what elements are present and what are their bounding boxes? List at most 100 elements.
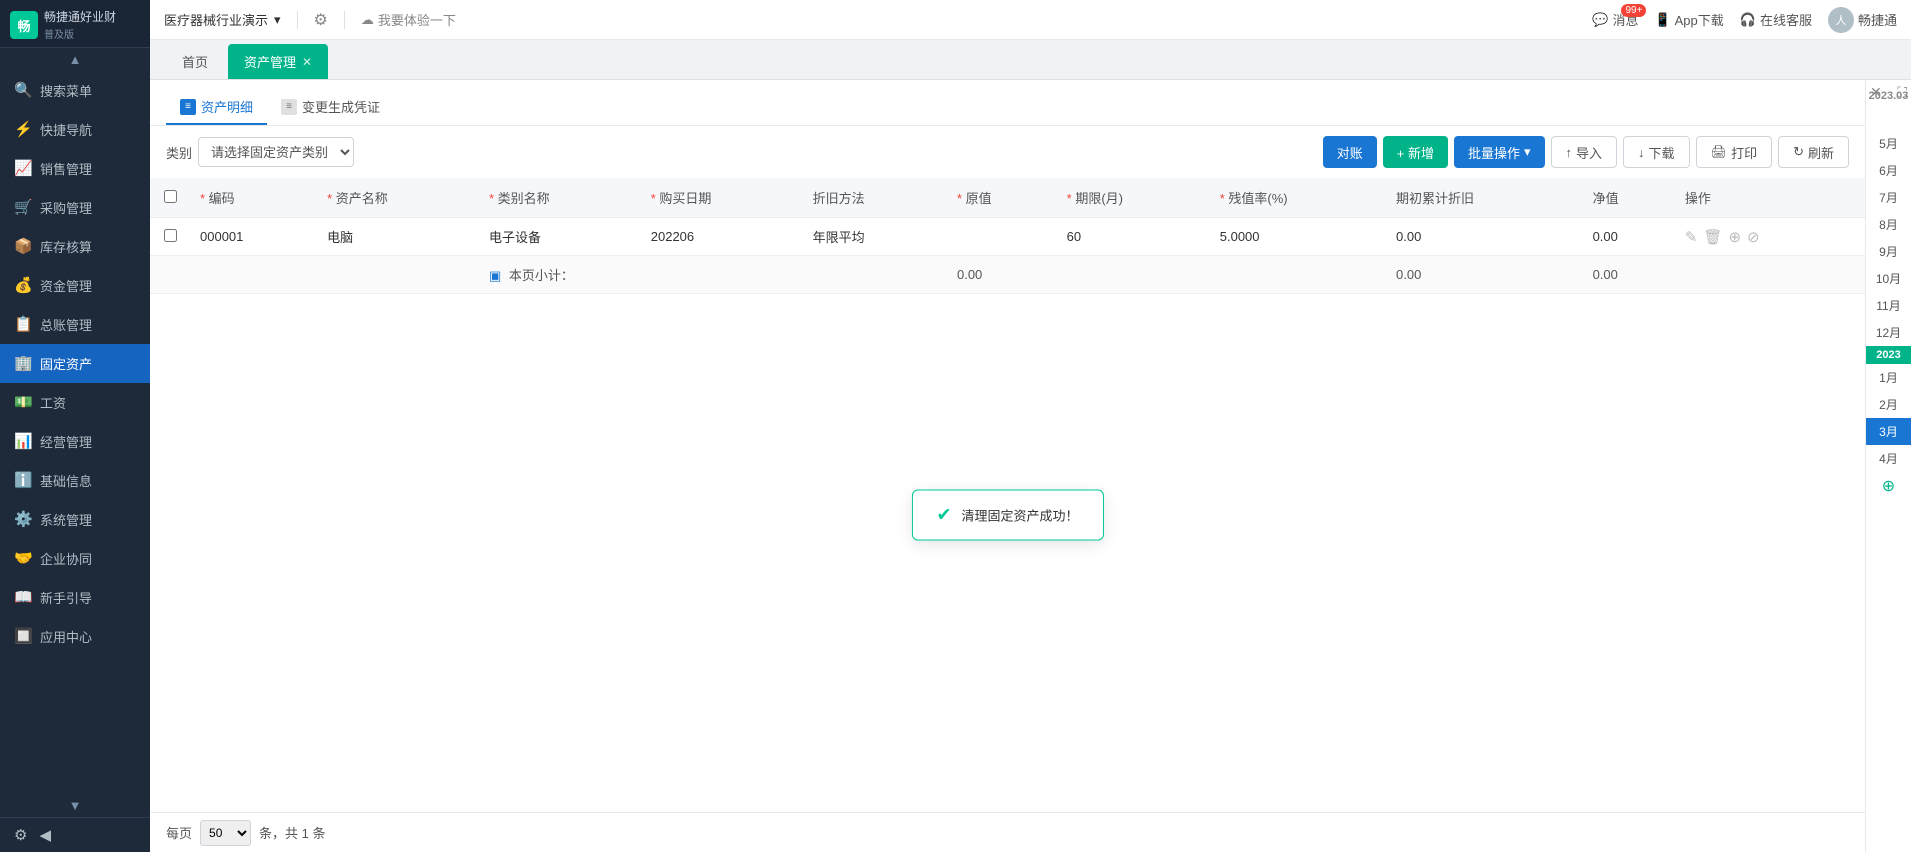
batch-ops-btn[interactable]: 批量操作 ▾ xyxy=(1454,136,1545,168)
home-tab-label: 首页 xyxy=(182,52,208,71)
refresh-btn[interactable]: ↻ 刷新 xyxy=(1778,136,1849,168)
tab-close-icon[interactable]: ✕ xyxy=(302,55,312,69)
tab-asset-management[interactable]: 资产管理 ✕ xyxy=(228,44,328,79)
user-btn[interactable]: 人 畅捷通 xyxy=(1828,7,1897,33)
cal-month-6[interactable]: 6月 xyxy=(1866,157,1911,184)
sidebar-item-basic-info[interactable]: ℹ️ 基础信息 xyxy=(0,461,150,500)
cal-month-10[interactable]: 10月 xyxy=(1866,265,1911,292)
cal-month-5[interactable]: 5月 xyxy=(1866,130,1911,157)
table-row: 000001 电脑 电子设备 202206 年限平均 60 5.0000 0.0… xyxy=(150,218,1865,256)
toast-message: 清理固定资产成功！ xyxy=(962,506,1079,525)
more-icon[interactable]: ⊘ xyxy=(1747,228,1760,246)
topbar: 医疗器械行业演示 ▾ ⚙ ☁ 我要体验一下 💬 消息 99+ 📱 App下载 🎧… xyxy=(150,0,1911,40)
calendar-months: 5月 6月 7月 8月 9月 10月 11月 12月 2023 1月 2月 3月… xyxy=(1866,130,1911,496)
cal-month-2[interactable]: 2月 xyxy=(1866,391,1911,418)
sidebar-header: 畅 畅捷通好业财 普及版 xyxy=(0,0,150,48)
row-code: 000001 xyxy=(190,218,317,256)
online-service-btn[interactable]: 🎧 在线客服 xyxy=(1740,10,1812,29)
th-checkbox xyxy=(150,178,190,218)
th-original-value: 原值 xyxy=(947,178,1057,218)
row-checkbox[interactable] xyxy=(164,229,177,242)
per-page-label: 每页 xyxy=(166,823,192,842)
sidebar-item-collab[interactable]: 🤝 企业协同 xyxy=(0,539,150,578)
sidebar-item-fixed-assets[interactable]: 🏢 固定资产 xyxy=(0,344,150,383)
batch-dropdown-icon: ▾ xyxy=(1524,144,1531,160)
per-page-select[interactable]: 50 10 20 100 xyxy=(200,820,251,846)
th-name: 资产名称 xyxy=(317,178,479,218)
cal-month-11[interactable]: 11月 xyxy=(1866,292,1911,319)
app-download-btn[interactable]: 📱 App下载 xyxy=(1654,10,1723,29)
add-btn[interactable]: + 新增 xyxy=(1383,136,1448,168)
th-code: 编码 xyxy=(190,178,317,218)
sidebar-item-sales[interactable]: 📈 销售管理 xyxy=(0,149,150,188)
message-icon: 💬 xyxy=(1592,12,1608,28)
sidebar-item-app-center[interactable]: 🔲 应用中心 xyxy=(0,617,150,656)
import-btn[interactable]: ↑ 导入 xyxy=(1551,136,1618,168)
select-all-checkbox[interactable] xyxy=(164,190,177,203)
sidebar-item-search[interactable]: 🔍 搜索菜单 xyxy=(0,71,150,110)
company-selector[interactable]: 医疗器械行业演示 ▾ xyxy=(164,10,281,29)
topbar-settings-icon[interactable]: ⚙ xyxy=(314,10,328,30)
row-period: 60 xyxy=(1057,218,1210,256)
reconcile-btn[interactable]: 对账 xyxy=(1323,136,1377,168)
download-toolbar-icon: ↓ xyxy=(1638,145,1645,160)
row-name: 电脑 xyxy=(317,218,479,256)
topbar-right: 💬 消息 99+ 📱 App下载 🎧 在线客服 人 畅捷通 xyxy=(1592,7,1897,33)
messages-btn[interactable]: 💬 消息 99+ xyxy=(1592,10,1638,29)
th-category: 类别名称 xyxy=(479,178,641,218)
sidebar-item-guide[interactable]: 📖 新手引导 xyxy=(0,578,150,617)
toolbar: 类别 请选择固定资产类别 对账 + 新增 批量操作 ▾ xyxy=(150,126,1865,178)
panel-close-icon[interactable]: ✕ xyxy=(1870,84,1882,101)
topbar-divider2 xyxy=(344,11,345,29)
company-dropdown-icon: ▾ xyxy=(274,12,281,28)
sidebar-item-system[interactable]: ⚙️ 系统管理 xyxy=(0,500,150,539)
collapse-sidebar-icon[interactable]: ◀ xyxy=(39,826,51,844)
sidebar-footer: ⚙ ◀ xyxy=(0,817,150,852)
subtotal-initial-dep: 0.00 xyxy=(1386,256,1583,294)
toolbar-actions: 对账 + 新增 批量操作 ▾ ↑ 导入 ↓ 下载 xyxy=(1323,136,1849,168)
sidebar-scroll-down[interactable]: ▼ xyxy=(0,794,150,817)
settings-footer-icon[interactable]: ⚙ xyxy=(14,826,27,844)
cal-month-9[interactable]: 9月 xyxy=(1866,238,1911,265)
print-btn[interactable]: 🖨 打印 xyxy=(1696,136,1773,168)
sidebar-item-finance[interactable]: 💰 资金管理 xyxy=(0,266,150,305)
sub-tab-asset-detail[interactable]: ≡ 资产明细 xyxy=(166,90,267,125)
th-initial-dep: 期初累计折旧 xyxy=(1386,178,1583,218)
th-net-value: 净值 xyxy=(1583,178,1675,218)
cal-month-7[interactable]: 7月 xyxy=(1866,184,1911,211)
cal-month-4[interactable]: 4月 xyxy=(1866,445,1911,472)
cal-month-1[interactable]: 1月 xyxy=(1866,364,1911,391)
copy-icon[interactable]: ⊕ xyxy=(1728,228,1741,246)
cal-month-8[interactable]: 8月 xyxy=(1866,211,1911,238)
cal-month-3[interactable]: 3月 xyxy=(1866,418,1911,445)
sidebar-item-payroll[interactable]: 💵 工资 xyxy=(0,383,150,422)
sidebar-item-quicknav[interactable]: ⚡ 快捷导航 xyxy=(0,110,150,149)
experience-btn[interactable]: ☁ 我要体验一下 xyxy=(361,10,456,29)
sales-icon: 📈 xyxy=(14,159,32,177)
download-btn[interactable]: ↓ 下载 xyxy=(1623,136,1690,168)
delete-icon[interactable]: 🗑 xyxy=(1703,228,1722,246)
tab-home[interactable]: 首页 xyxy=(166,44,224,79)
sub-tab-change-voucher[interactable]: ≡ 变更生成凭证 xyxy=(267,90,394,125)
th-purchase-date: 购买日期 xyxy=(641,178,803,218)
change-voucher-icon: ≡ xyxy=(281,99,297,115)
cal-add-icon[interactable]: ⊕ xyxy=(1882,476,1895,496)
sidebar-scroll-up[interactable]: ▲ xyxy=(0,48,150,71)
cal-month-12[interactable]: 12月 xyxy=(1866,319,1911,346)
sidebar-item-ledger[interactable]: 📋 总账管理 xyxy=(0,305,150,344)
cal-year-2023: 2023 xyxy=(1866,346,1911,364)
print-icon: 🖨 xyxy=(1711,144,1728,160)
category-select[interactable]: 请选择固定资产类别 xyxy=(198,137,354,167)
topbar-divider xyxy=(297,11,298,29)
row-initial-dep: 0.00 xyxy=(1386,218,1583,256)
sidebar-item-purchase[interactable]: 🛒 采购管理 xyxy=(0,188,150,227)
row-net-value: 0.00 xyxy=(1583,218,1675,256)
row-original-value xyxy=(947,218,1057,256)
toast-success-icon: ✔ xyxy=(936,505,951,526)
edit-icon[interactable]: ✎ xyxy=(1685,228,1698,246)
sidebar-item-inventory[interactable]: 📦 库存核算 xyxy=(0,227,150,266)
sidebar-item-operations[interactable]: 📊 经营管理 xyxy=(0,422,150,461)
panel-expand-icon[interactable]: ⛶ xyxy=(1897,84,1907,101)
subtotal-original: 0.00 xyxy=(947,256,1057,294)
main-content: ≡ 资产明细 ≡ 变更生成凭证 类别 请选择固定资产类别 xyxy=(150,80,1865,852)
